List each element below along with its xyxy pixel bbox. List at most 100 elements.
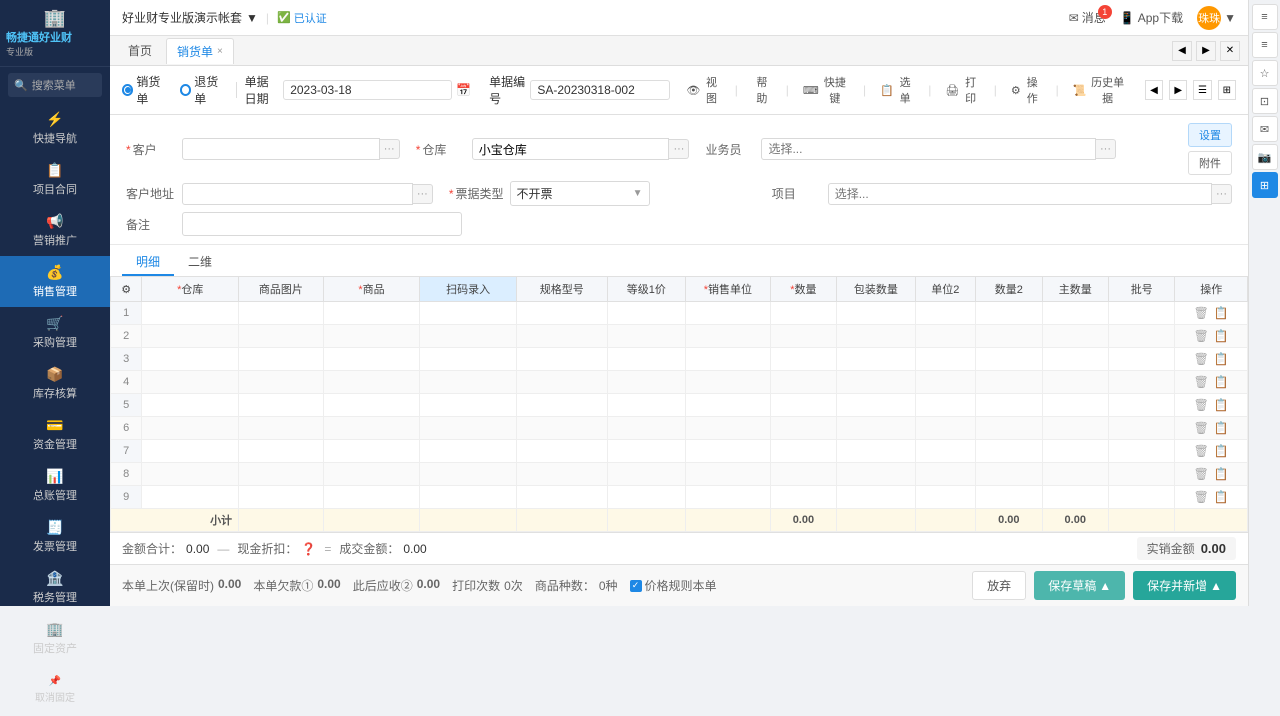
right-panel-btn-2[interactable]: ≡ (1252, 32, 1278, 58)
cell-price1-4[interactable] (607, 371, 686, 394)
cell-unit-3[interactable] (686, 348, 771, 371)
cell-image-3[interactable] (239, 348, 324, 371)
cell-main-qty-6[interactable] (1042, 417, 1108, 440)
cell-main-qty-8[interactable] (1042, 463, 1108, 486)
cell-spec-5[interactable] (516, 394, 607, 417)
cell-image-2[interactable] (239, 325, 324, 348)
cell-unit2-5[interactable] (915, 394, 975, 417)
row-copy-button-3[interactable]: 📋 (1213, 351, 1230, 367)
right-panel-btn-mail[interactable]: ✉ (1252, 116, 1278, 142)
cell-unit-2[interactable] (686, 325, 771, 348)
row-copy-button-6[interactable]: 📋 (1213, 420, 1230, 436)
row-delete-button-3[interactable]: 🗑 (1193, 351, 1210, 367)
cell-qty2-5[interactable] (976, 394, 1042, 417)
row-copy-button-9[interactable]: 📋 (1213, 489, 1230, 505)
row-copy-button-8[interactable]: 📋 (1213, 466, 1230, 482)
cell-main-qty-3[interactable] (1042, 348, 1108, 371)
cell-warehouse-4[interactable] (142, 371, 239, 394)
cell-price1-6[interactable] (607, 417, 686, 440)
cell-batch-5[interactable] (1108, 394, 1174, 417)
address-select-button[interactable]: ··· (413, 184, 433, 204)
cell-unit2-1[interactable] (915, 302, 975, 325)
cell-spec-1[interactable] (516, 302, 607, 325)
search-menu-button[interactable]: 🔍 搜索菜单 (8, 73, 102, 97)
cell-barcode-9[interactable] (420, 486, 517, 509)
cell-qty2-8[interactable] (976, 463, 1042, 486)
sidebar-item-sales[interactable]: 💰 销售管理 (0, 256, 110, 307)
cell-qty2-6[interactable] (976, 417, 1042, 440)
cell-unit2-7[interactable] (915, 440, 975, 463)
tab-home[interactable]: 首页 (118, 38, 162, 63)
cell-barcode-1[interactable] (420, 302, 517, 325)
row-delete-button-7[interactable]: 🗑 (1193, 443, 1210, 459)
row-copy-button-2[interactable]: 📋 (1213, 328, 1230, 344)
cell-qty-1[interactable] (770, 302, 836, 325)
right-panel-btn-1[interactable]: ≡ (1252, 4, 1278, 30)
select-order-button[interactable]: 📋选单 (872, 72, 922, 108)
row-copy-button-5[interactable]: 📋 (1213, 397, 1230, 413)
discard-button[interactable]: 放弃 (972, 571, 1026, 600)
sidebar-item-quick-nav[interactable]: ⚡ 快捷导航 (0, 103, 110, 154)
row-delete-button-2[interactable]: 🗑 (1193, 328, 1210, 344)
cell-unit2-3[interactable] (915, 348, 975, 371)
toolbar-nav-next[interactable]: ▶ (1169, 80, 1187, 100)
cell-spec-4[interactable] (516, 371, 607, 394)
remark-textarea[interactable] (182, 212, 462, 236)
cell-pack-qty-4[interactable] (837, 371, 916, 394)
cell-price1-9[interactable] (607, 486, 686, 509)
cell-product-4[interactable] (323, 371, 420, 394)
print-button[interactable]: 🖨打印 (937, 72, 987, 108)
cell-pack-qty-1[interactable] (837, 302, 916, 325)
tab-close-all-button[interactable]: ✕ (1220, 41, 1240, 61)
row-delete-button-1[interactable]: 🗑 (1193, 305, 1210, 321)
cell-unit2-8[interactable] (915, 463, 975, 486)
cell-spec-8[interactable] (516, 463, 607, 486)
radio-sale-order[interactable]: 销货单 (122, 73, 170, 107)
app-download-button[interactable]: 📱 App下载 (1120, 9, 1183, 26)
cell-batch-3[interactable] (1108, 348, 1174, 371)
save-draft-button[interactable]: 保存草稿 ▲ (1034, 571, 1125, 600)
cell-main-qty-1[interactable] (1042, 302, 1108, 325)
cell-warehouse-1[interactable] (142, 302, 239, 325)
address-input[interactable] (182, 183, 413, 205)
cell-warehouse-9[interactable] (142, 486, 239, 509)
attach-button[interactable]: 附件 (1188, 151, 1232, 175)
cell-product-6[interactable] (323, 417, 420, 440)
customer-input[interactable] (182, 138, 380, 160)
row-copy-button-1[interactable]: 📋 (1213, 305, 1230, 321)
cell-unit-9[interactable] (686, 486, 771, 509)
cell-pack-qty-3[interactable] (837, 348, 916, 371)
cell-image-8[interactable] (239, 463, 324, 486)
sidebar-item-invoice[interactable]: 🧾 发票管理 (0, 511, 110, 562)
cell-unit-8[interactable] (686, 463, 771, 486)
tab-close-button[interactable]: × (217, 46, 223, 57)
sidebar-item-accounting[interactable]: 📊 总账管理 (0, 460, 110, 511)
cell-qty2-7[interactable] (976, 440, 1042, 463)
help-button[interactable]: 帮助 (744, 72, 780, 108)
setup-button[interactable]: 设置 (1188, 123, 1232, 147)
cell-price1-7[interactable] (607, 440, 686, 463)
cell-barcode-8[interactable] (420, 463, 517, 486)
cell-price1-1[interactable] (607, 302, 686, 325)
right-panel-btn-camera[interactable]: 📷 (1252, 144, 1278, 170)
cell-qty-7[interactable] (770, 440, 836, 463)
user-avatar[interactable]: 珠珠 ▼ (1197, 6, 1236, 30)
cell-qty-5[interactable] (770, 394, 836, 417)
cell-unit-4[interactable] (686, 371, 771, 394)
cell-pack-qty-5[interactable] (837, 394, 916, 417)
customer-select-button[interactable]: ··· (380, 139, 400, 159)
cell-qty2-9[interactable] (976, 486, 1042, 509)
cell-pack-qty-8[interactable] (837, 463, 916, 486)
cell-spec-9[interactable] (516, 486, 607, 509)
project-select-button[interactable]: ··· (1212, 184, 1232, 204)
ticket-select[interactable]: 不开票 ▼ (510, 181, 650, 206)
cell-unit-6[interactable] (686, 417, 771, 440)
cell-barcode-5[interactable] (420, 394, 517, 417)
cell-qty2-2[interactable] (976, 325, 1042, 348)
cell-warehouse-3[interactable] (142, 348, 239, 371)
row-copy-button-4[interactable]: 📋 (1213, 374, 1230, 390)
cell-batch-7[interactable] (1108, 440, 1174, 463)
cell-barcode-3[interactable] (420, 348, 517, 371)
cell-spec-2[interactable] (516, 325, 607, 348)
cell-main-qty-9[interactable] (1042, 486, 1108, 509)
